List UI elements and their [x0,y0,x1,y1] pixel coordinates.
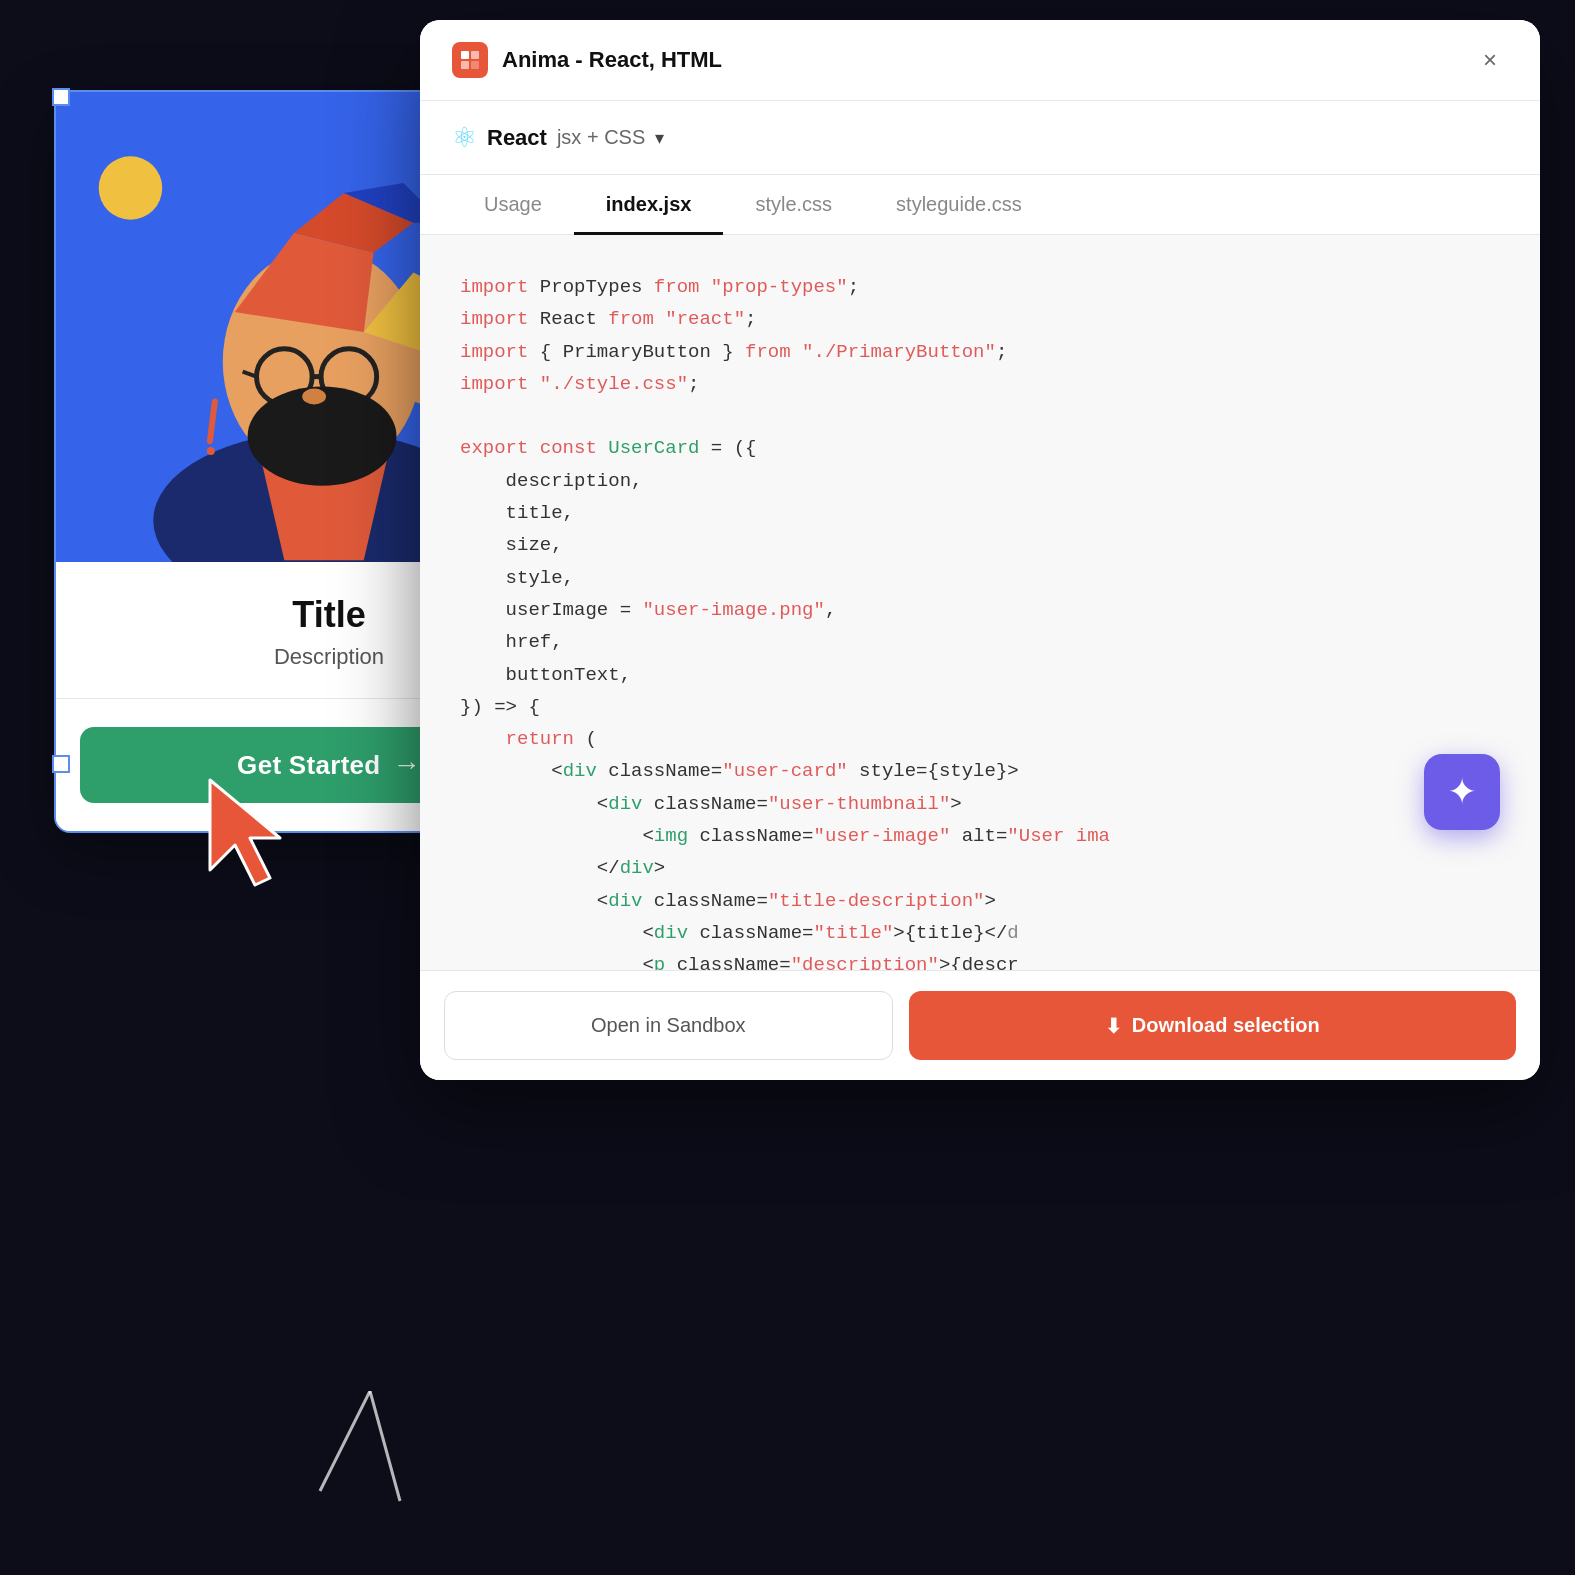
code-line-14: }) => { [460,691,1500,723]
code-line-3: import { PrimaryButton } from "./Primary… [460,336,1500,368]
download-selection-button[interactable]: ⬇ Download selection [909,991,1517,1060]
framework-name: React [487,125,547,151]
dropdown-arrow-icon[interactable]: ▾ [655,127,664,149]
cursor-arrow [200,770,300,904]
panel-title: Anima - React, HTML [502,47,722,73]
code-line-13: buttonText, [460,659,1500,691]
anima-logo [452,42,488,78]
code-line-2: import React from "react"; [460,303,1500,335]
svg-line-20 [370,1391,400,1501]
code-line-21: <div className="title">{title}</d [460,917,1500,949]
code-line-8: title, [460,497,1500,529]
selection-handle-top-left [52,88,70,106]
code-block: import PropTypes from "prop-types"; impo… [460,271,1500,970]
code-line-1: import PropTypes from "prop-types"; [460,271,1500,303]
panel-header: Anima - React, HTML × [420,20,1540,101]
action-bar: Open in Sandbox ⬇ Download selection [420,970,1540,1080]
anima-panel: Anima - React, HTML × ⚛ React jsx + CSS … [420,20,1540,1080]
code-line-4: import "./style.css"; [460,368,1500,400]
tab-usage[interactable]: Usage [452,175,574,235]
code-line-20: <div className="title-description"> [460,885,1500,917]
code-line-17: <div className="user-thumbnail"> [460,788,1500,820]
code-line-9: size, [460,529,1500,561]
tab-style-css[interactable]: style.css [723,175,864,235]
code-line-5 [460,400,1500,432]
panel-title-group: Anima - React, HTML [452,42,722,78]
sparkle-icon: ✦ [1447,771,1477,813]
tab-index-jsx[interactable]: index.jsx [574,175,724,235]
react-icon: ⚛ [452,121,477,154]
framework-bar: ⚛ React jsx + CSS ▾ [420,101,1540,175]
download-icon: ⬇ [1105,1014,1122,1038]
svg-point-17 [207,447,215,455]
download-label: Download selection [1132,1014,1320,1037]
tab-styleguide-css[interactable]: styleguide.css [864,175,1054,235]
code-line-12: href, [460,626,1500,658]
svg-rect-21 [461,51,469,59]
code-line-22: <p className="description">{descr [460,949,1500,970]
code-line-16: <div className="user-card" style={style}… [460,755,1500,787]
close-button[interactable]: × [1472,42,1508,78]
code-line-18: <img className="user-image" alt="User im… [460,820,1500,852]
open-sandbox-button[interactable]: Open in Sandbox [444,991,893,1060]
svg-rect-24 [471,61,479,69]
code-line-15: return ( [460,723,1500,755]
tabs-bar: Usage index.jsx style.css styleguide.css [420,175,1540,235]
code-line-6: export const UserCard = ({ [460,432,1500,464]
svg-line-19 [320,1391,370,1491]
code-line-19: </div> [460,852,1500,884]
selection-handle-bottom-left [52,755,70,773]
code-line-10: style, [460,562,1500,594]
code-area: import PropTypes from "prop-types"; impo… [420,235,1540,970]
sparkle-button[interactable]: ✦ [1424,754,1500,830]
svg-point-14 [302,389,326,405]
arrow-icon: → [393,749,421,781]
code-line-11: userImage = "user-image.png", [460,594,1500,626]
bottom-lines [220,1391,520,1515]
svg-point-1 [99,156,163,220]
svg-rect-23 [461,61,469,69]
svg-rect-22 [471,51,479,59]
framework-detail: jsx + CSS [557,126,645,149]
svg-marker-18 [210,780,280,885]
code-line-7: description, [460,465,1500,497]
